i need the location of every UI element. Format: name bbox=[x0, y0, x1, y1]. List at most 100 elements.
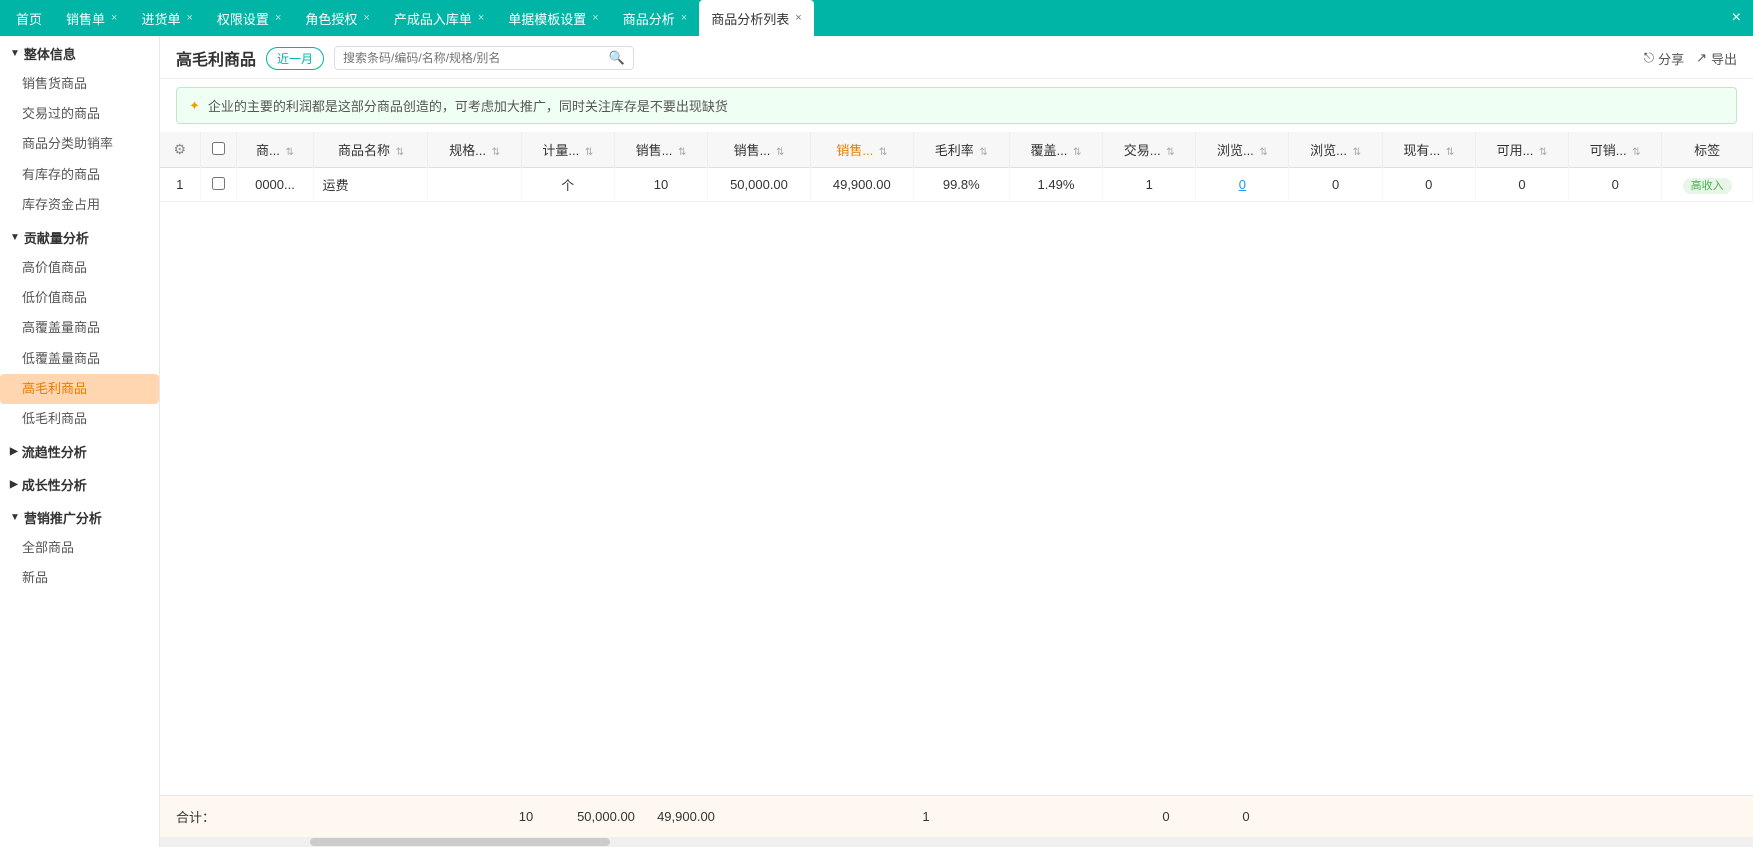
search-input[interactable] bbox=[343, 51, 605, 65]
search-box: 🔍 bbox=[334, 46, 634, 70]
sort-icon: ⇅ bbox=[1353, 147, 1361, 158]
sidebar-group-overall[interactable]: ▼ 整体信息 bbox=[0, 36, 159, 69]
row-code: 0000... bbox=[236, 168, 314, 202]
col-available1[interactable]: 现有... ⇅ bbox=[1382, 132, 1475, 168]
footer-trade: 1 bbox=[886, 809, 966, 824]
scrollbar-thumb[interactable] bbox=[310, 838, 610, 846]
sidebar-item-all-products[interactable]: 全部商品 bbox=[0, 533, 159, 563]
row-browse2: 0 bbox=[1289, 168, 1382, 202]
sidebar-item-low-coverage[interactable]: 低覆盖量商品 bbox=[0, 344, 159, 374]
col-sales-qty[interactable]: 销售... ⇅ bbox=[614, 132, 707, 168]
sort-icon: ⇅ bbox=[396, 147, 404, 158]
col-unit[interactable]: 计量... ⇅ bbox=[521, 132, 614, 168]
table-footer: 合计： 10 50,000.00 49,900.00 1 0 0 bbox=[160, 795, 1753, 837]
table-header-row: ⚙ 商... ⇅ 商品名称 ⇅ bbox=[160, 132, 1753, 168]
col-saleable[interactable]: 可销... ⇅ bbox=[1569, 132, 1662, 168]
tab-close-icon[interactable]: × bbox=[275, 12, 281, 24]
sort-icon: ⇅ bbox=[1539, 147, 1547, 158]
col-gear[interactable]: ⚙ bbox=[160, 132, 200, 168]
star-icon: ✦ bbox=[189, 98, 200, 114]
col-sales-amount[interactable]: 销售... ⇅ bbox=[708, 132, 811, 168]
chevron-right-icon: ▶ bbox=[10, 446, 18, 457]
tab-product-analysis-list[interactable]: 商品分析列表 × bbox=[699, 0, 813, 36]
tab-role-auth[interactable]: 角色授权 × bbox=[293, 0, 381, 36]
footer-sales-profit: 49,900.00 bbox=[646, 809, 726, 824]
sidebar: ▼ 整体信息 销售货商品 交易过的商品 商品分类助销率 有库存的商品 库存资金占… bbox=[0, 36, 160, 847]
tab-product-analysis[interactable]: 商品分析 × bbox=[611, 0, 699, 36]
content-area: 高毛利商品 近一月 🔍 ⎋ 分享 ↗ 导出 ✦ 企业的主要的利润都是这部分商品创… bbox=[160, 36, 1753, 847]
col-tag[interactable]: 标签 bbox=[1662, 132, 1753, 168]
share-button[interactable]: ⎋ 分享 bbox=[1644, 49, 1684, 68]
sort-icon: ⇅ bbox=[585, 147, 593, 158]
sidebar-item-new-products[interactable]: 新品 bbox=[0, 563, 159, 593]
tab-close-icon[interactable]: × bbox=[681, 12, 687, 24]
col-available2[interactable]: 可用... ⇅ bbox=[1475, 132, 1568, 168]
col-trade[interactable]: 交易... ⇅ bbox=[1103, 132, 1196, 168]
tab-close-icon[interactable]: × bbox=[795, 12, 801, 24]
row-checkbox[interactable] bbox=[200, 168, 236, 202]
tab-close-icon[interactable]: × bbox=[478, 12, 484, 24]
col-coverage[interactable]: 覆盖... ⇅ bbox=[1009, 132, 1102, 168]
chevron-down-icon: ▼ bbox=[10, 512, 20, 523]
col-checkbox[interactable] bbox=[200, 132, 236, 168]
sidebar-group-marketing[interactable]: ▼ 营销推广分析 bbox=[0, 500, 159, 533]
sidebar-item-stocked-products[interactable]: 有库存的商品 bbox=[0, 160, 159, 190]
export-button[interactable]: ↗ 导出 bbox=[1696, 49, 1737, 68]
sidebar-item-traded-products[interactable]: 交易过的商品 bbox=[0, 99, 159, 129]
chevron-down-icon: ▼ bbox=[10, 48, 20, 59]
row-margin-rate: 99.8% bbox=[913, 168, 1009, 202]
page-title: 高毛利商品 bbox=[176, 46, 256, 70]
export-icon: ↗ bbox=[1696, 50, 1707, 66]
col-browse1[interactable]: 浏览... ⇅ bbox=[1196, 132, 1289, 168]
col-sales-profit[interactable]: 销售... ⇅ bbox=[810, 132, 913, 168]
search-icon[interactable]: 🔍 bbox=[609, 50, 625, 66]
sort-icon: ⇅ bbox=[979, 147, 987, 158]
tab-close-icon[interactable]: × bbox=[111, 12, 117, 24]
tab-product-entry[interactable]: 产成品入库单 × bbox=[382, 0, 496, 36]
col-spec[interactable]: 规格... ⇅ bbox=[428, 132, 521, 168]
sidebar-item-sales-products[interactable]: 销售货商品 bbox=[0, 69, 159, 99]
select-all-checkbox[interactable] bbox=[212, 142, 225, 155]
table-row: 1 0000... 运费 个 10 50,000.00 49,900.00 99… bbox=[160, 168, 1753, 202]
tab-sales-order[interactable]: 销售单 × bbox=[54, 0, 129, 36]
col-code[interactable]: 商... ⇅ bbox=[236, 132, 314, 168]
col-name[interactable]: 商品名称 ⇅ bbox=[314, 132, 428, 168]
tab-close-icon[interactable]: × bbox=[186, 12, 192, 24]
sort-icon: ⇅ bbox=[1166, 147, 1174, 158]
sidebar-item-product-assist[interactable]: 商品分类助销率 bbox=[0, 129, 159, 159]
sort-icon: ⇅ bbox=[776, 147, 784, 158]
tab-template-settings[interactable]: 单据模板设置 × bbox=[496, 0, 610, 36]
close-all-tabs-button[interactable]: × bbox=[1724, 9, 1749, 27]
row-available2: 0 bbox=[1475, 168, 1568, 202]
sidebar-item-low-margin[interactable]: 低毛利商品 bbox=[0, 404, 159, 434]
horizontal-scrollbar[interactable] bbox=[160, 837, 1753, 847]
sidebar-item-high-margin[interactable]: 高毛利商品 bbox=[0, 374, 159, 404]
tab-permissions[interactable]: 权限设置 × bbox=[205, 0, 293, 36]
footer-sales-amount: 50,000.00 bbox=[566, 809, 646, 824]
sidebar-group-finance[interactable]: ▼ 贡献量分析 bbox=[0, 220, 159, 253]
sidebar-group-trend[interactable]: ▶ 流趋性分析 bbox=[0, 434, 159, 467]
col-browse2[interactable]: 浏览... ⇅ bbox=[1289, 132, 1382, 168]
tab-home[interactable]: 首页 bbox=[4, 0, 54, 36]
tab-close-icon[interactable]: × bbox=[592, 12, 598, 24]
filter-recent-month-button[interactable]: 近一月 bbox=[266, 47, 324, 70]
gear-icon: ⚙ bbox=[173, 141, 186, 157]
sidebar-item-high-price[interactable]: 高价值商品 bbox=[0, 253, 159, 283]
sidebar-group-growth[interactable]: ▶ 成长性分析 bbox=[0, 467, 159, 500]
footer-available2: 0 bbox=[1206, 809, 1286, 824]
row-browse1[interactable]: 0 bbox=[1196, 168, 1289, 202]
tag-badge: 高收入 bbox=[1683, 178, 1732, 194]
col-margin-rate[interactable]: 毛利率 ⇅ bbox=[913, 132, 1009, 168]
sidebar-item-high-coverage[interactable]: 高覆盖量商品 bbox=[0, 313, 159, 343]
sidebar-toggle-button[interactable]: « bbox=[159, 422, 160, 462]
content-header: 高毛利商品 近一月 🔍 ⎋ 分享 ↗ 导出 bbox=[160, 36, 1753, 79]
sort-icon: ⇅ bbox=[1259, 147, 1267, 158]
tab-close-icon[interactable]: × bbox=[363, 12, 369, 24]
footer-cells: 10 50,000.00 49,900.00 1 0 0 bbox=[256, 809, 1737, 824]
sidebar-item-inventory-share[interactable]: 库存资金占用 bbox=[0, 190, 159, 220]
sidebar-item-low-price[interactable]: 低价值商品 bbox=[0, 283, 159, 313]
footer-available1: 0 bbox=[1126, 809, 1206, 824]
share-icon: ⎋ bbox=[1644, 50, 1654, 66]
tab-purchase-order[interactable]: 进货单 × bbox=[129, 0, 204, 36]
sort-icon: ⇅ bbox=[879, 147, 887, 158]
